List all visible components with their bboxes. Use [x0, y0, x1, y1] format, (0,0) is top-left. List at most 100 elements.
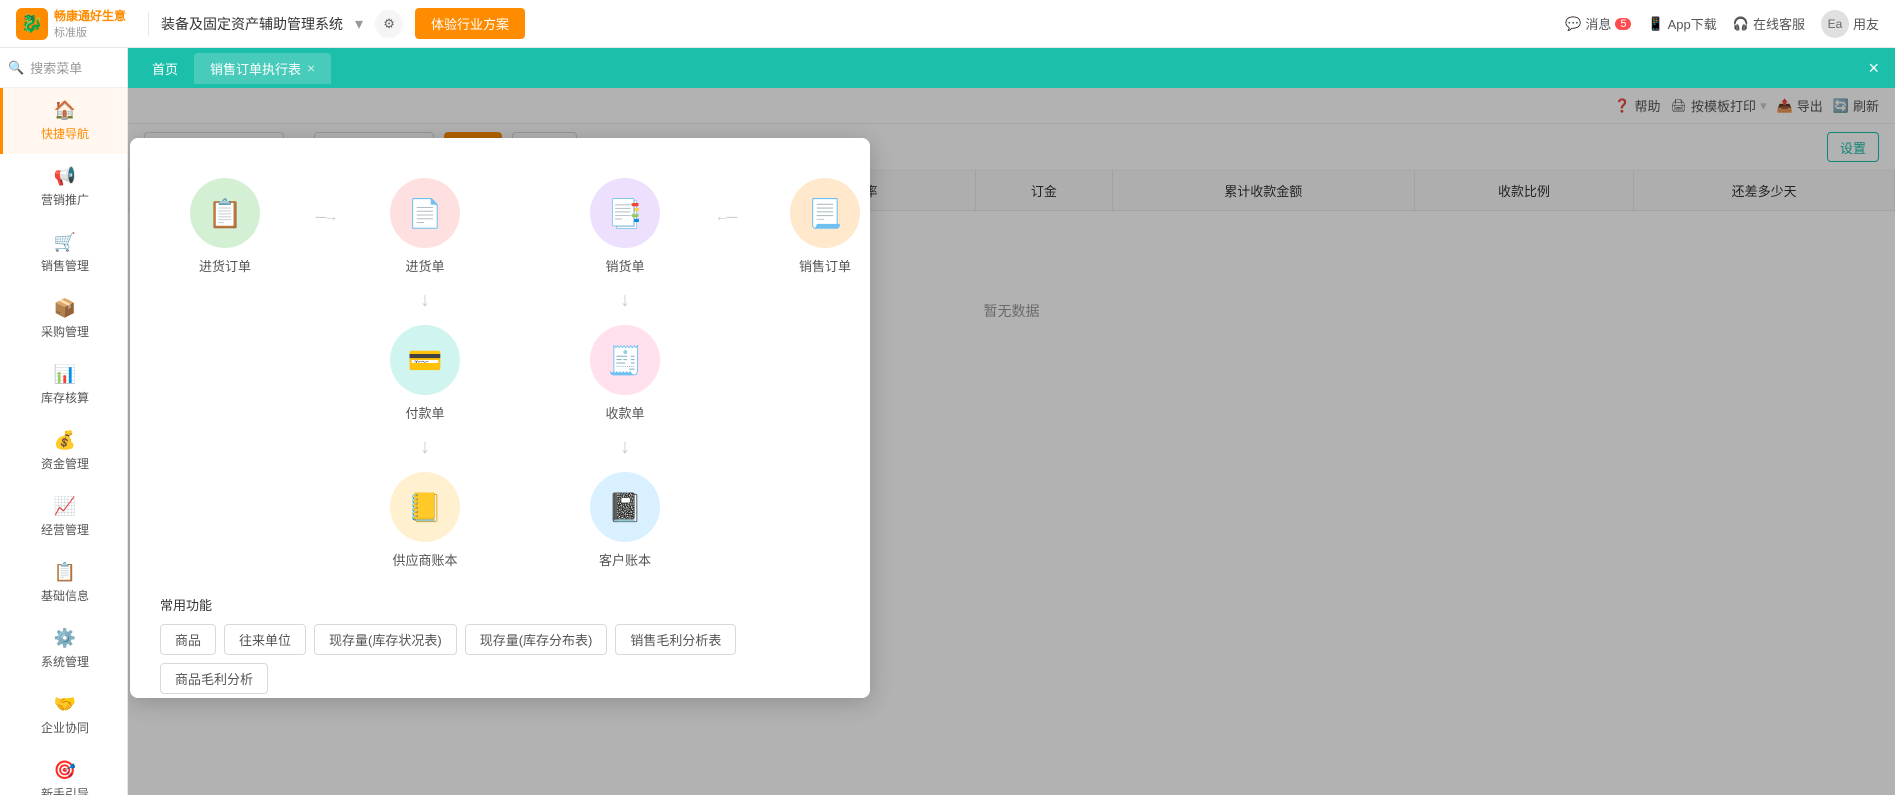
common-btn-partner[interactable]: 往来单位 [224, 624, 306, 655]
system-dropdown-icon[interactable]: ▾ [355, 14, 363, 34]
purchase-order-circle: 📋 [190, 178, 260, 248]
sidebar-item-label: 基础信息 [41, 587, 89, 604]
purchase-icon: 📦 [54, 298, 76, 319]
sidebar-item-label: 资金管理 [41, 455, 89, 472]
common-btns: 商品 往来单位 现存量(库存状况表) 现存量(库存分布表) 销售毛利分析表 商品… [160, 624, 840, 694]
sales-icon: 🛒 [54, 232, 76, 253]
supplier-ledger-circle: 📒 [390, 472, 460, 542]
receipt-bill-node: 🧾 收款单 [580, 315, 670, 432]
tab-home-label: 首页 [152, 59, 178, 78]
receipt-bill-label: 收款单 [605, 403, 644, 422]
tab-bar-close-btn[interactable]: × [1860, 58, 1887, 79]
marketing-icon: 📢 [54, 166, 76, 187]
system-title: 装备及固定资产辅助管理系统 [161, 14, 343, 34]
sidebar-item-label: 企业协同 [41, 719, 89, 736]
sidebar-item-inventory[interactable]: 📊 库存核算 [0, 352, 127, 418]
page-content: ❓ 帮助 🖨 按模板打印 ▾ 📤 导出 🔄 刷新 [128, 88, 1895, 795]
sales-bill-circle: 📑 [590, 178, 660, 248]
arrow-left-1: ←- - - - [715, 208, 735, 246]
sidebar-item-label: 经营管理 [41, 521, 89, 538]
customer-ledger-icon: 📓 [608, 491, 643, 524]
sidebar-item-marketing[interactable]: 📢 营销推广 [0, 154, 127, 220]
common-btn-product[interactable]: 商品 [160, 624, 216, 655]
common-btn-product-profit[interactable]: 商品毛利分析 [160, 663, 268, 694]
sidebar-item-label: 采购管理 [41, 323, 89, 340]
online-service-btn[interactable]: 🎧 在线客服 [1733, 14, 1805, 33]
arrow-down-payment: ↓ [420, 436, 430, 459]
search-icon: 🔍 [8, 60, 24, 76]
payment-bill-node: 💳 付款单 [380, 315, 470, 432]
sales-bill-icon: 📑 [608, 197, 643, 230]
sidebar-item-basic-info[interactable]: 📋 基础信息 [0, 550, 127, 616]
supplier-ledger-node: 📒 供应商账本 [380, 462, 470, 579]
tab-close-icon[interactable]: × [307, 60, 315, 76]
customer-ledger-label: 客户账本 [599, 550, 651, 569]
sidebar-item-operations[interactable]: 📈 经营管理 [0, 484, 127, 550]
purchase-order-label: 进货订单 [199, 256, 251, 275]
system-icon: ⚙️ [54, 628, 76, 649]
sidebar-item-quick-nav[interactable]: 🏠 快捷导航 [0, 88, 127, 154]
payment-bill-label: 付款单 [405, 403, 444, 422]
sidebar-item-label: 销售管理 [41, 257, 89, 274]
message-icon: 💬 [1565, 16, 1581, 32]
receipt-bill-icon: 🧾 [608, 344, 643, 377]
arrow-down-sales: ↓ [620, 289, 630, 312]
sidebar-item-label: 新手引导 [41, 785, 89, 795]
modal-box: 📋 进货订单 - - - -→ 📄 进货单 [130, 138, 870, 698]
main-area: 🔍 搜索菜单 🏠 快捷导航 📢 营销推广 🛒 销售管理 📦 采购管理 📊 [0, 48, 1895, 795]
service-icon: 🎧 [1733, 16, 1749, 32]
sidebar: 🔍 搜索菜单 🏠 快捷导航 📢 营销推广 🛒 销售管理 📦 采购管理 📊 [0, 48, 128, 795]
sidebar-item-label: 库存核算 [41, 389, 89, 406]
sales-bill-label: 销货单 [605, 256, 644, 275]
settings-icon-btn[interactable]: ⚙ [375, 10, 403, 38]
logo-symbol: 🐉 [21, 13, 43, 34]
sidebar-item-enterprise[interactable]: 🤝 企业协同 [0, 682, 127, 748]
sidebar-item-label: 系统管理 [41, 653, 89, 670]
common-btn-sales-profit[interactable]: 销售毛利分析表 [615, 624, 736, 655]
workflow-diagram: 📋 进货订单 - - - -→ 📄 进货单 [160, 168, 840, 579]
sales-order-icon: 📃 [808, 197, 843, 230]
arrow-down-purchase: ↓ [420, 289, 430, 312]
finance-icon: 💰 [54, 430, 76, 451]
purchase-bill-label: 进货单 [405, 256, 444, 275]
tab-sales-order[interactable]: 销售订单执行表 × [194, 53, 331, 84]
sidebar-item-label: 营销推广 [41, 191, 89, 208]
user-avatar: Ea [1821, 10, 1849, 38]
receipt-bill-circle: 🧾 [590, 325, 660, 395]
inventory-icon: 📊 [54, 364, 76, 385]
quick-nav-icon: 🏠 [54, 100, 76, 121]
payment-bill-icon: 💳 [408, 344, 443, 377]
sales-order-node: 📃 销售订单 [780, 168, 870, 285]
sidebar-item-finance[interactable]: 💰 资金管理 [0, 418, 127, 484]
sidebar-item-purchase[interactable]: 📦 采购管理 [0, 286, 127, 352]
tab-home[interactable]: 首页 [136, 53, 194, 84]
app-download-btn[interactable]: 📱 App下载 [1647, 14, 1716, 33]
trial-btn[interactable]: 体验行业方案 [415, 8, 525, 39]
purchase-bill-node: 📄 进货单 [380, 168, 470, 285]
payment-bill-circle: 💳 [390, 325, 460, 395]
sidebar-item-sales[interactable]: 🛒 销售管理 [0, 220, 127, 286]
common-btn-stock-status[interactable]: 现存量(库存状况表) [314, 624, 457, 655]
sidebar-item-system[interactable]: ⚙️ 系统管理 [0, 616, 127, 682]
purchase-order-icon: 📋 [208, 197, 243, 230]
modal-overlay: 📋 进货订单 - - - -→ 📄 进货单 [128, 88, 1895, 795]
sales-bill-node: 📑 销货单 [580, 168, 670, 285]
search-label: 搜索菜单 [30, 58, 82, 77]
common-section: 常用功能 商品 往来单位 现存量(库存状况表) 现存量(库存分布表) 销售毛利分… [160, 595, 840, 698]
guide-icon: 🎯 [54, 760, 76, 781]
sidebar-search[interactable]: 🔍 搜索菜单 [0, 48, 127, 88]
message-badge: 5 [1615, 18, 1631, 30]
message-btn[interactable]: 💬 消息 5 [1565, 14, 1631, 33]
purchase-order-node: 📋 进货订单 [180, 168, 270, 285]
sales-order-circle: 📃 [790, 178, 860, 248]
basic-info-icon: 📋 [54, 562, 76, 583]
top-bar-right: 💬 消息 5 📱 App下载 🎧 在线客服 Ea 用友 [1565, 10, 1879, 38]
supplier-ledger-label: 供应商账本 [392, 550, 457, 569]
divider [148, 12, 149, 36]
user-btn[interactable]: Ea 用友 [1821, 10, 1879, 38]
sidebar-item-guide[interactable]: 🎯 新手引导 [0, 748, 127, 795]
logo-text: 畅康通好生意 标准版 [54, 7, 126, 40]
customer-ledger-node: 📓 客户账本 [580, 462, 670, 579]
supplier-ledger-icon: 📒 [408, 491, 443, 524]
common-btn-stock-dist[interactable]: 现存量(库存分布表) [465, 624, 608, 655]
